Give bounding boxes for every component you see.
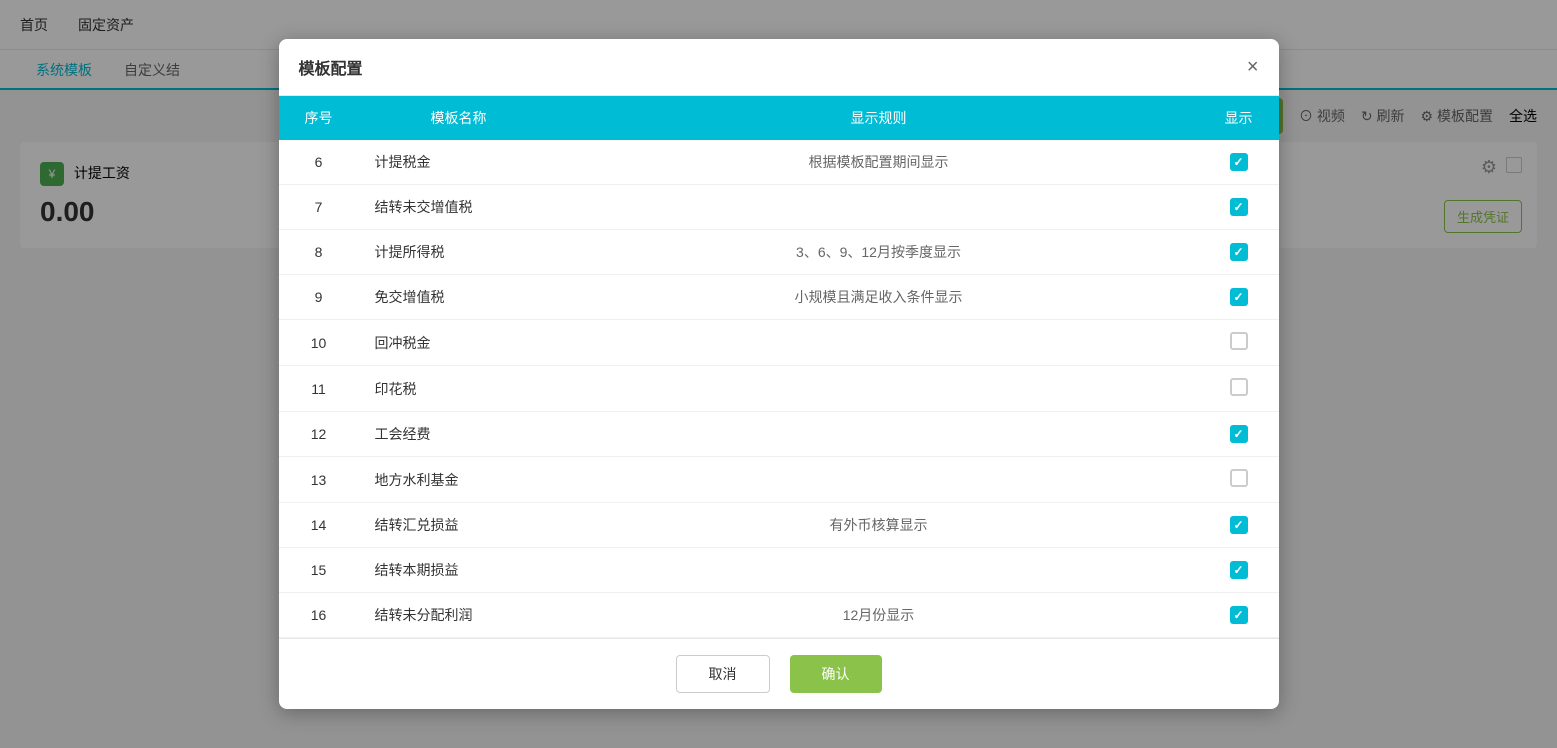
cell-rule: 小规模且满足收入条件显示 [559,275,1199,320]
cell-seq: 11 [279,366,359,412]
table-body: 6计提税金根据模板配置期间显示7结转未交增值税8计提所得税3、6、9、12月按季… [279,140,1279,638]
table-row: 11印花税 [279,366,1279,412]
cell-display [1199,412,1279,457]
cell-name: 计提税金 [359,140,559,185]
display-checkbox[interactable] [1230,606,1248,624]
modal-title: 模板配置 [299,55,363,79]
cell-name: 结转未分配利润 [359,593,559,638]
cell-name: 免交增值税 [359,275,559,320]
table-row: 6计提税金根据模板配置期间显示 [279,140,1279,185]
cancel-button[interactable]: 取消 [676,655,770,693]
display-checkbox[interactable] [1230,516,1248,534]
cell-display [1199,320,1279,366]
modal-overlay: 模板配置 × 序号 模板名称 显示规则 显示 6计提税金根据模板配置期间显示7结… [0,0,1557,748]
cell-name: 地方水利基金 [359,457,559,503]
col-name: 模板名称 [359,96,559,140]
cell-name: 结转未交增值税 [359,185,559,230]
display-checkbox[interactable] [1230,425,1248,443]
cell-display [1199,275,1279,320]
cell-display [1199,503,1279,548]
cell-display [1199,548,1279,593]
table-row: 15结转本期损益 [279,548,1279,593]
display-checkbox[interactable] [1230,469,1248,487]
display-checkbox[interactable] [1230,378,1248,396]
cell-rule [559,457,1199,503]
cell-name: 印花税 [359,366,559,412]
display-checkbox[interactable] [1230,332,1248,350]
cell-rule: 根据模板配置期间显示 [559,140,1199,185]
display-checkbox[interactable] [1230,288,1248,306]
display-checkbox[interactable] [1230,243,1248,261]
config-table: 序号 模板名称 显示规则 显示 6计提税金根据模板配置期间显示7结转未交增值税8… [279,96,1279,638]
cell-seq: 9 [279,275,359,320]
cell-seq: 14 [279,503,359,548]
cell-seq: 12 [279,412,359,457]
display-checkbox[interactable] [1230,198,1248,216]
template-config-modal: 模板配置 × 序号 模板名称 显示规则 显示 6计提税金根据模板配置期间显示7结… [279,39,1279,709]
cell-name: 计提所得税 [359,230,559,275]
cell-seq: 13 [279,457,359,503]
table-row: 16结转未分配利润12月份显示 [279,593,1279,638]
cell-rule: 3、6、9、12月按季度显示 [559,230,1199,275]
cell-seq: 16 [279,593,359,638]
cell-rule: 有外币核算显示 [559,503,1199,548]
modal-header: 模板配置 × [279,39,1279,96]
col-rule: 显示规则 [559,96,1199,140]
cell-rule [559,366,1199,412]
modal-footer: 取消 确认 [279,638,1279,709]
table-row: 8计提所得税3、6、9、12月按季度显示 [279,230,1279,275]
table-row: 13地方水利基金 [279,457,1279,503]
cell-name: 工会经费 [359,412,559,457]
modal-close-button[interactable]: × [1247,57,1259,77]
cell-display [1199,140,1279,185]
cell-seq: 6 [279,140,359,185]
cell-rule [559,320,1199,366]
table-row: 14结转汇兑损益有外币核算显示 [279,503,1279,548]
cell-seq: 10 [279,320,359,366]
table-row: 12工会经费 [279,412,1279,457]
cell-name: 结转汇兑损益 [359,503,559,548]
col-seq: 序号 [279,96,359,140]
table-header: 序号 模板名称 显示规则 显示 [279,96,1279,140]
cell-display [1199,366,1279,412]
cell-display [1199,185,1279,230]
display-checkbox[interactable] [1230,153,1248,171]
confirm-button[interactable]: 确认 [790,655,882,693]
cell-display [1199,457,1279,503]
cell-name: 结转本期损益 [359,548,559,593]
cell-display [1199,230,1279,275]
cell-rule: 12月份显示 [559,593,1199,638]
cell-seq: 8 [279,230,359,275]
table-row: 10回冲税金 [279,320,1279,366]
table-row: 9免交增值税小规模且满足收入条件显示 [279,275,1279,320]
cell-name: 回冲税金 [359,320,559,366]
cell-rule [559,412,1199,457]
cell-rule [559,185,1199,230]
cell-seq: 7 [279,185,359,230]
cell-rule [559,548,1199,593]
modal-body: 序号 模板名称 显示规则 显示 6计提税金根据模板配置期间显示7结转未交增值税8… [279,96,1279,638]
cell-seq: 15 [279,548,359,593]
table-row: 7结转未交增值税 [279,185,1279,230]
cell-display [1199,593,1279,638]
col-display: 显示 [1199,96,1279,140]
display-checkbox[interactable] [1230,561,1248,579]
